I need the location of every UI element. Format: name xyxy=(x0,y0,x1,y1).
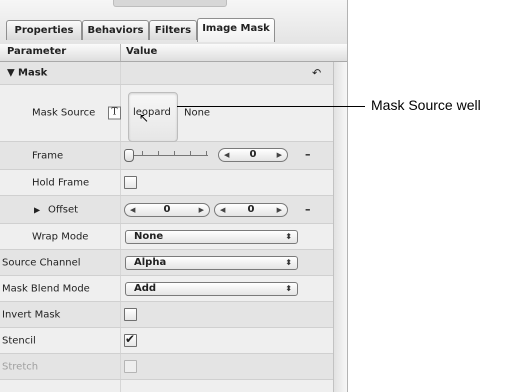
mask-group-row[interactable]: ▼ Mask ↶ xyxy=(0,62,333,85)
wrap-mode-row: Wrap Mode None ⬍ xyxy=(0,224,333,250)
offset-x-value[interactable]: 0 xyxy=(125,204,209,216)
value-column-header: Value xyxy=(126,46,158,57)
remove-keyframe-icon[interactable]: – xyxy=(305,203,311,216)
frame-row: Frame ◀ 0 ▶ – xyxy=(0,142,333,170)
mask-source-label: Mask Source xyxy=(32,107,96,119)
offset-label: Offset xyxy=(48,204,79,215)
source-channel-label: Source Channel xyxy=(2,257,81,268)
callout-label: Mask Source well xyxy=(371,97,481,113)
stretch-checkbox xyxy=(124,360,137,373)
remove-keyframe-icon[interactable]: – xyxy=(305,148,311,161)
mask-blend-mode-popup[interactable]: Add ⬍ xyxy=(125,282,298,296)
reset-arrow-icon[interactable]: ↶ xyxy=(312,67,321,80)
frame-label: Frame xyxy=(32,150,64,161)
increment-arrow-icon[interactable]: ▶ xyxy=(277,149,282,161)
tab-filters[interactable]: Filters xyxy=(149,20,197,40)
popup-arrows-icon: ⬍ xyxy=(285,284,292,293)
wrap-mode-label: Wrap Mode xyxy=(32,231,89,242)
mask-group-label: Mask xyxy=(18,67,48,79)
frame-slider-track[interactable] xyxy=(128,155,208,156)
hold-frame-checkbox[interactable] xyxy=(124,176,137,189)
stretch-label: Stretch xyxy=(2,361,39,372)
wrap-mode-popup[interactable]: None ⬍ xyxy=(125,230,298,244)
invert-mask-label: Invert Mask xyxy=(2,309,61,320)
column-header: Parameter Value xyxy=(0,44,347,62)
invert-mask-row: Invert Mask xyxy=(0,302,333,328)
tab-behaviors[interactable]: Behaviors xyxy=(82,20,149,40)
checkmark-icon: ✔ xyxy=(125,332,136,346)
offset-row: ▶ Offset ◀ 0 ▶ ◀ 0 ▶ – xyxy=(0,196,333,224)
hold-frame-row: Hold Frame xyxy=(0,170,333,196)
mask-blend-mode-label: Mask Blend Mode xyxy=(2,283,90,294)
stencil-label: Stencil xyxy=(2,335,36,346)
stencil-checkbox[interactable]: ✔ xyxy=(124,332,137,347)
top-scroll-handle[interactable] xyxy=(113,0,227,7)
tab-image-mask[interactable]: Image Mask xyxy=(197,18,275,42)
column-divider xyxy=(120,44,121,61)
increment-arrow-icon[interactable]: ▶ xyxy=(199,204,204,216)
mask-blend-mode-value: Add xyxy=(134,283,157,294)
source-channel-popup[interactable]: Alpha ⬍ xyxy=(125,256,298,270)
vertical-scrollbar[interactable] xyxy=(333,62,347,392)
tick-mark xyxy=(142,151,143,155)
invert-mask-checkbox[interactable] xyxy=(124,308,137,321)
disclosure-triangle-closed-icon[interactable]: ▶ xyxy=(34,205,40,214)
callout-line xyxy=(177,106,365,107)
tab-bar: Properties Behaviors Filters Image Mask xyxy=(0,0,347,45)
hold-frame-label: Hold Frame xyxy=(32,177,90,188)
wrap-mode-value: None xyxy=(134,231,164,242)
text-layer-icon: T xyxy=(108,106,121,120)
parameter-column-header: Parameter xyxy=(7,46,67,57)
offset-y-stepper[interactable]: ◀ 0 ▶ xyxy=(214,203,288,217)
inspector-panel: Properties Behaviors Filters Image Mask … xyxy=(0,0,348,392)
mask-source-value: None xyxy=(184,107,211,119)
mask-blend-mode-row: Mask Blend Mode Add ⬍ xyxy=(0,276,333,302)
tab-properties[interactable]: Properties xyxy=(6,20,82,40)
frame-slider-thumb[interactable] xyxy=(124,149,134,162)
source-channel-row: Source Channel Alpha ⬍ xyxy=(0,250,333,276)
tick-mark xyxy=(174,151,175,155)
param-cell xyxy=(0,380,121,392)
drag-cursor-icon: ↖ xyxy=(139,111,150,125)
disclosure-triangle-open-icon[interactable]: ▼ xyxy=(7,68,15,79)
empty-row xyxy=(0,380,333,392)
popup-arrows-icon: ⬍ xyxy=(285,232,292,241)
tick-mark xyxy=(206,151,207,155)
tick-mark xyxy=(190,151,191,155)
mask-source-well[interactable]: leopard ↖ xyxy=(128,92,178,142)
popup-arrows-icon: ⬍ xyxy=(285,258,292,267)
source-channel-value: Alpha xyxy=(134,257,167,268)
stretch-row: Stretch xyxy=(0,354,333,380)
stencil-row: Stencil ✔ xyxy=(0,328,333,354)
offset-x-stepper[interactable]: ◀ 0 ▶ xyxy=(124,203,210,217)
frame-stepper[interactable]: ◀ 0 ▶ xyxy=(218,148,288,162)
tick-mark xyxy=(158,151,159,155)
increment-arrow-icon[interactable]: ▶ xyxy=(277,204,282,216)
